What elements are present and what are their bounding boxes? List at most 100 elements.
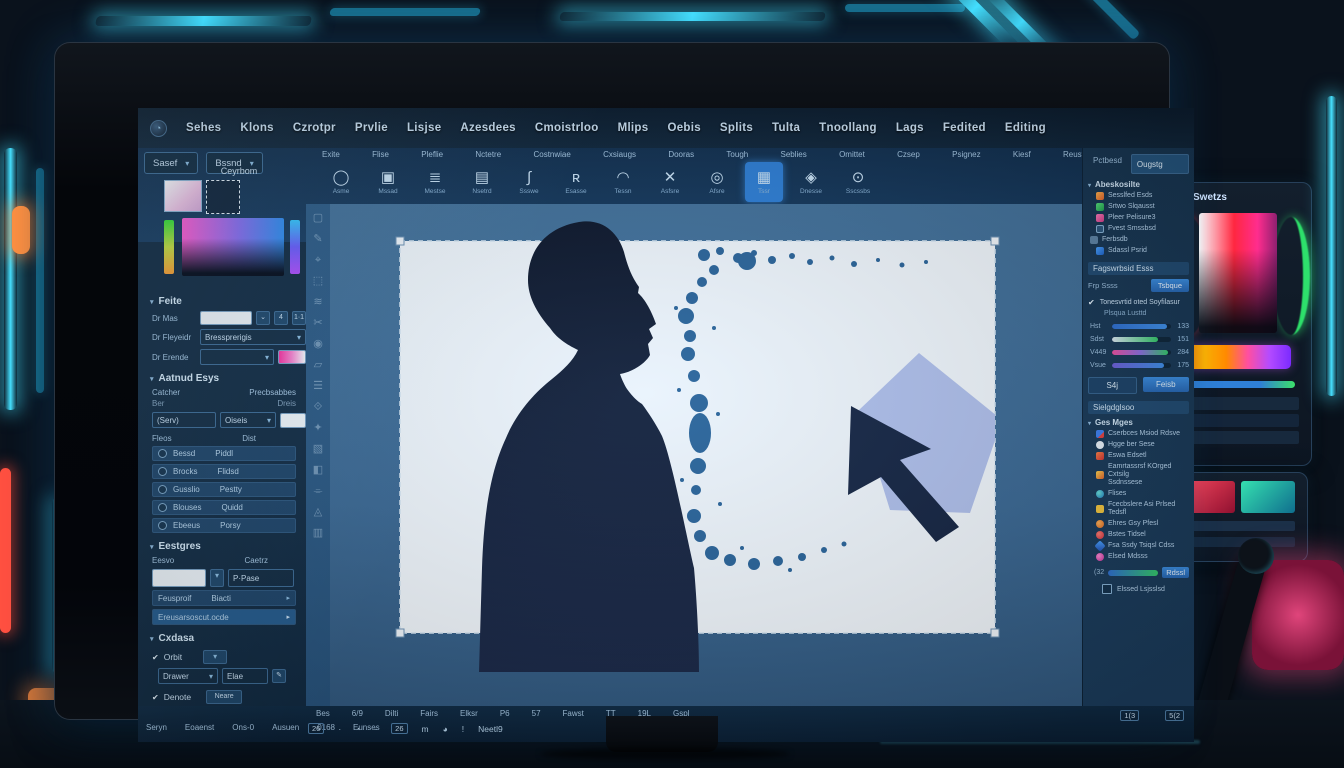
menu-item[interactable]: Azesdees bbox=[460, 122, 515, 134]
layer-row[interactable]: Fcecbslere Asi Prlsed Tedsfl bbox=[1096, 501, 1189, 517]
tool-active-icon[interactable]: ▦ Tssr bbox=[745, 162, 783, 202]
tree-item[interactable]: Sdassl Psrid bbox=[1096, 247, 1189, 255]
radio-icon[interactable] bbox=[158, 467, 167, 476]
tree-group-title[interactable]: Ges Mges bbox=[1088, 418, 1189, 427]
edit-icon[interactable]: ✎ bbox=[272, 669, 286, 683]
layer-row[interactable]: Elsed Mdsss bbox=[1096, 553, 1189, 561]
tool-target-icon[interactable]: ⊙ Sscssbs bbox=[839, 162, 877, 202]
mode-select[interactable]: Oiseis bbox=[220, 412, 276, 428]
radio-icon[interactable] bbox=[158, 485, 167, 494]
gradient-chip[interactable] bbox=[278, 350, 306, 364]
layer-row[interactable]: Cserbces Msiod Rdsve bbox=[1096, 430, 1189, 438]
value-chip[interactable]: Neare bbox=[206, 690, 243, 704]
tree-group-title[interactable]: Abeskosilte bbox=[1088, 180, 1189, 189]
tool-icon[interactable]: ▧ bbox=[313, 443, 323, 455]
slider-hue[interactable]: Hst 133 bbox=[1090, 323, 1189, 330]
foreground-swatch[interactable] bbox=[164, 180, 202, 212]
tool-diamond-icon[interactable]: ◈ Dnesse bbox=[792, 162, 830, 202]
option-row[interactable]: Ebeeus Porsy bbox=[152, 518, 296, 533]
layer-row[interactable]: Bstes Tidsel bbox=[1096, 531, 1189, 539]
clock-icon[interactable]: ◔ bbox=[355, 724, 360, 734]
apply-button[interactable]: Tsbque bbox=[1150, 279, 1189, 292]
tool-image-icon[interactable]: ▣ Mssad bbox=[369, 162, 407, 202]
tree-item[interactable]: Sesslfed Esds bbox=[1096, 192, 1189, 200]
tool-icon[interactable]: ✎ bbox=[313, 233, 322, 245]
checkbox-orbit[interactable]: Orbit bbox=[152, 650, 306, 664]
value-input[interactable] bbox=[200, 311, 252, 325]
app-logo-icon[interactable]: ◔ bbox=[150, 119, 167, 137]
dropdown-button[interactable] bbox=[210, 569, 224, 587]
grid-toggle-icon[interactable]: 26 bbox=[308, 723, 325, 734]
tool-icon[interactable]: ✦ bbox=[313, 422, 322, 434]
tool-icon[interactable]: ⌖ bbox=[315, 254, 321, 266]
tool-icon[interactable]: ⌯ bbox=[314, 485, 323, 497]
menu-item[interactable]: Tulta bbox=[772, 122, 800, 134]
layers-checkbox[interactable]: Elssed Lsjsslsd bbox=[1102, 584, 1189, 594]
radio-icon[interactable] bbox=[158, 503, 167, 512]
tab[interactable]: Pctbesd bbox=[1088, 154, 1127, 174]
color-field[interactable] bbox=[152, 569, 206, 587]
tool-layers-icon[interactable]: ≣ Mestse bbox=[416, 162, 454, 202]
color-picker-gradient[interactable] bbox=[182, 218, 284, 276]
option-row[interactable]: Gusslio Pestty bbox=[152, 482, 296, 497]
marquee-swatch[interactable] bbox=[206, 180, 240, 214]
tool-icon[interactable]: ≋ bbox=[313, 296, 322, 308]
ratio-button[interactable]: 1·1 bbox=[292, 311, 306, 325]
hue-strip-right[interactable] bbox=[290, 220, 300, 274]
menu-item[interactable]: Lags bbox=[896, 122, 924, 134]
tool-pen-icon[interactable]: ∫ Ssswe bbox=[510, 162, 548, 202]
option-row[interactable]: Blouses Quidd bbox=[152, 500, 296, 515]
tree-item[interactable]: Pleer Pelisure3 bbox=[1096, 214, 1189, 222]
grid-toggle-icon[interactable]: 26 bbox=[391, 723, 408, 734]
tool-icon[interactable]: ▥ bbox=[313, 527, 323, 539]
history-icon[interactable]: ◕ bbox=[443, 724, 448, 734]
tool-frame-icon[interactable]: ▤ Nsetrd bbox=[463, 162, 501, 202]
page-indicator[interactable]: 5(2 bbox=[1165, 710, 1184, 721]
tool-icon[interactable]: ⟐ bbox=[314, 401, 323, 413]
tool-icon[interactable]: ✂ bbox=[313, 317, 322, 329]
gradient-select[interactable] bbox=[200, 349, 274, 365]
menu-item[interactable]: Oebis bbox=[667, 122, 700, 134]
menu-item[interactable]: Editing bbox=[1005, 122, 1046, 134]
page-indicator[interactable]: 1(3 bbox=[1120, 710, 1140, 721]
tool-icon[interactable]: ▢ bbox=[313, 212, 323, 224]
menu-item[interactable]: Mlips bbox=[618, 122, 649, 134]
tool-lasso-icon[interactable]: ◠ Tessn bbox=[604, 162, 642, 202]
menu-item[interactable]: Cmoistrloo bbox=[535, 122, 599, 134]
stepper-button[interactable]: ⌄ bbox=[256, 311, 270, 325]
checkbox-label[interactable]: Tonesvrtid oted Soyfilasur bbox=[1100, 299, 1180, 306]
menu-item[interactable]: Czrotpr bbox=[293, 122, 336, 134]
reset-button[interactable]: Feisb bbox=[1142, 377, 1189, 392]
layer-row[interactable]: Ehres Gsy Pfesl bbox=[1096, 520, 1189, 528]
tool-icon[interactable]: ◧ bbox=[313, 464, 323, 476]
layer-row[interactable]: Eswa Edsetl bbox=[1096, 452, 1189, 460]
tree-item[interactable]: Ferbsdb bbox=[1090, 236, 1189, 244]
tool-icon[interactable]: ⬚ bbox=[313, 275, 323, 287]
menu-item[interactable]: Sehes bbox=[186, 122, 221, 134]
dropdown-button[interactable] bbox=[203, 650, 228, 664]
opacity-progress[interactable]: (32 Rdssl bbox=[1094, 567, 1189, 578]
menu-item[interactable]: Prvlie bbox=[355, 122, 388, 134]
tool-shape-icon[interactable]: ◯ Asme bbox=[322, 162, 360, 202]
tool-circle-icon[interactable]: ◎ Afsre bbox=[698, 162, 736, 202]
checkbox-denote[interactable]: Denote Neare bbox=[152, 690, 306, 704]
hue-strip-left[interactable] bbox=[164, 220, 174, 274]
tool-icon[interactable]: ◬ bbox=[314, 506, 322, 518]
layer-row[interactable]: Flises bbox=[1096, 490, 1189, 498]
stepper-button[interactable]: 4 bbox=[274, 311, 288, 325]
layer-row[interactable]: Fsa Ssdy Tsiqsl Cdss bbox=[1094, 540, 1189, 552]
drawer-select[interactable]: Drawer bbox=[158, 668, 218, 684]
elae-field[interactable]: Elae bbox=[222, 668, 268, 684]
menu-item[interactable]: Splits bbox=[720, 122, 753, 134]
layer-bar[interactable]: Ereusarsoscut.ocde ▸ bbox=[152, 609, 296, 625]
radio-icon[interactable] bbox=[158, 521, 167, 530]
tool-icon[interactable]: ◉ bbox=[313, 338, 323, 350]
tool-icon[interactable]: ▱ bbox=[314, 359, 322, 371]
set-button[interactable]: S4j bbox=[1088, 377, 1137, 394]
tool-icon[interactable]: ☰ bbox=[313, 380, 323, 392]
layer-row[interactable]: Hgge ber Sese bbox=[1096, 441, 1189, 449]
menu-item[interactable]: Tnoollang bbox=[819, 122, 877, 134]
font-field[interactable]: P·Pase bbox=[228, 569, 294, 587]
tool-cut-icon[interactable]: ✕ Asfsre bbox=[651, 162, 689, 202]
option-row[interactable]: Bessd Piddl bbox=[152, 446, 296, 461]
